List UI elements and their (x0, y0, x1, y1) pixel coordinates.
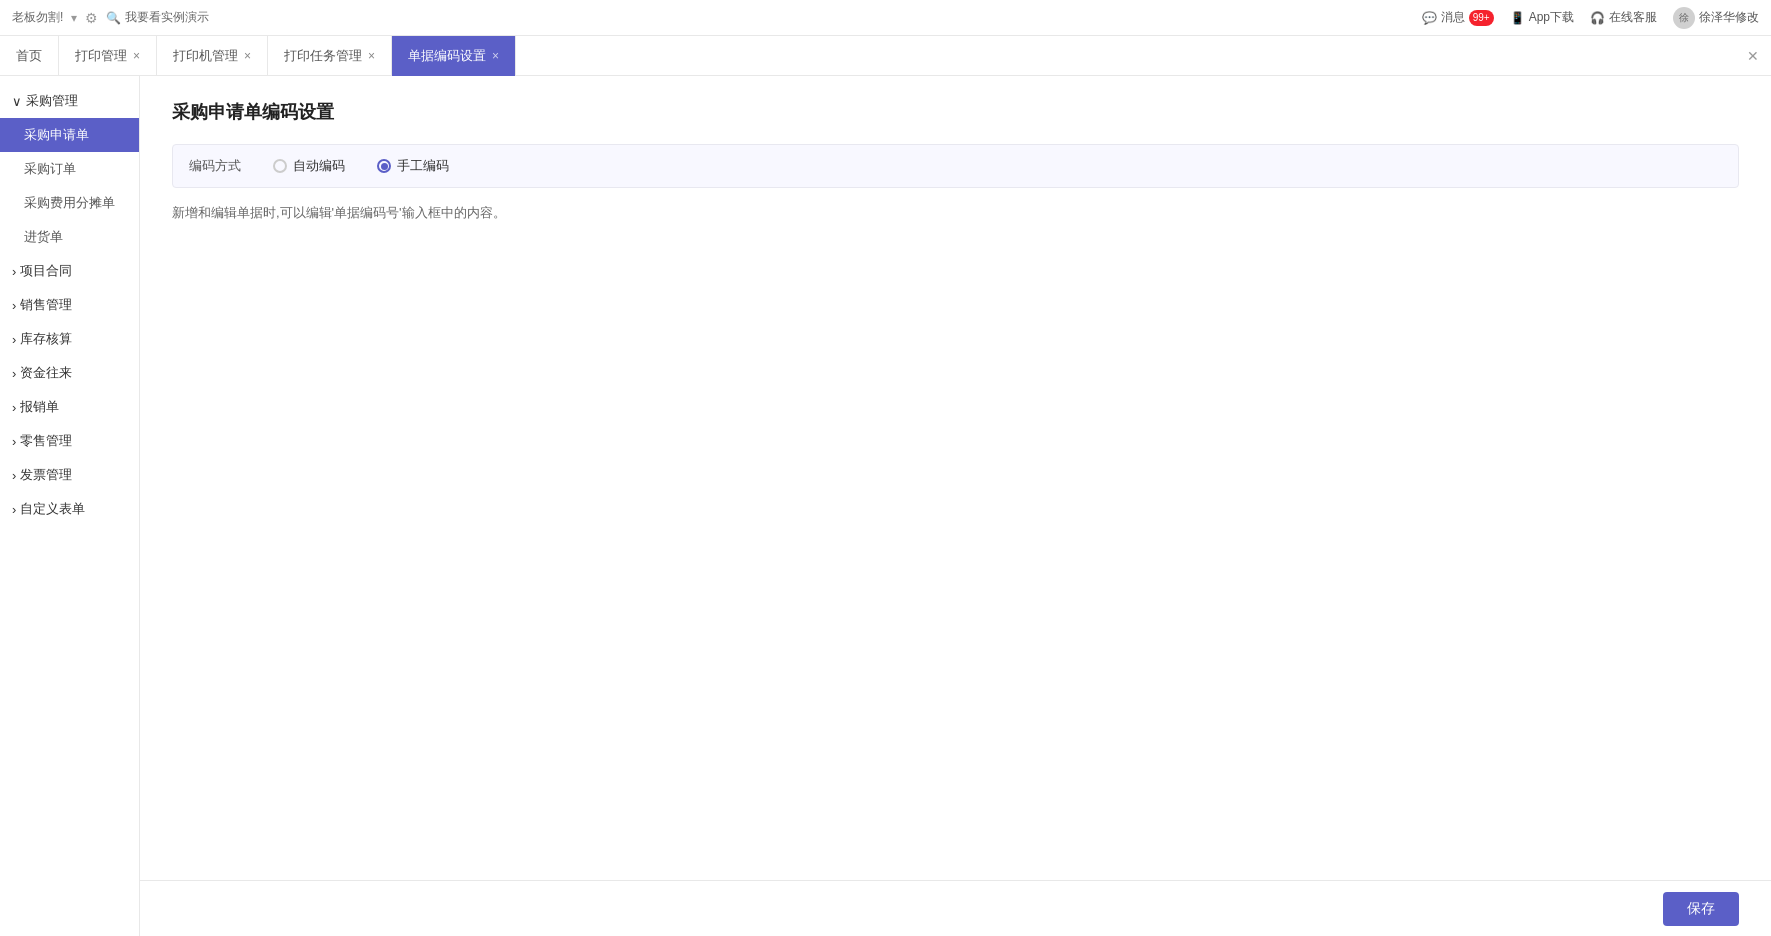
tab-home[interactable]: 首页 (0, 36, 59, 76)
purchase-group-arrow: ∨ (12, 94, 22, 109)
sidebar-group-sales-header[interactable]: › 销售管理 (0, 288, 139, 322)
app-download-button[interactable]: 📱 App下载 (1510, 9, 1574, 26)
gear-icon[interactable]: ⚙ (85, 10, 98, 26)
sidebar-group-sales: › 销售管理 (0, 288, 139, 322)
save-button[interactable]: 保存 (1663, 892, 1739, 926)
manual-code-label: 手工编码 (397, 157, 449, 175)
sales-group-label: 销售管理 (20, 296, 72, 314)
top-bar-right: 💬 消息 99+ 📱 App下载 🎧 在线客服 徐 徐泽华修改 (1422, 7, 1759, 29)
top-bar: 老板勿割! ▾ ⚙ 🔍 我要看实例演示 💬 消息 99+ 📱 App下载 🎧 在… (0, 0, 1771, 36)
sidebar-group-return-header[interactable]: › 报销单 (0, 390, 139, 424)
inventory-group-arrow: › (12, 332, 16, 347)
sidebar-group-custom-form: › 自定义表单 (0, 492, 139, 526)
inventory-group-label: 库存核算 (20, 330, 72, 348)
sidebar-group-return: › 报销单 (0, 390, 139, 424)
manual-code-radio[interactable] (377, 159, 391, 173)
user-name: 徐泽华修改 (1699, 9, 1759, 26)
online-service-button[interactable]: 🎧 在线客服 (1590, 9, 1657, 26)
invoice-group-label: 发票管理 (20, 466, 72, 484)
tab-single-code[interactable]: 单据编码设置 × (392, 36, 516, 76)
online-service-label: 在线客服 (1609, 9, 1657, 26)
retail-group-label: 零售管理 (20, 432, 72, 450)
tab-printer-mgmt[interactable]: 打印机管理 × (157, 36, 268, 76)
sidebar-group-inventory-header[interactable]: › 库存核算 (0, 322, 139, 356)
content-area: 采购申请单编码设置 编码方式 自动编码 手工编码 新增和编辑单据时,可以编辑'单… (140, 76, 1771, 936)
code-mode-label: 编码方式 (189, 157, 241, 175)
sidebar-group-custom-form-header[interactable]: › 自定义表单 (0, 492, 139, 526)
tab-print-task[interactable]: 打印任务管理 × (268, 36, 392, 76)
sidebar-item-purchase-order[interactable]: 采购订单 (0, 152, 139, 186)
sidebar-item-purchase-request[interactable]: 采购申请单 (0, 118, 139, 152)
sidebar-group-project: › 项目合同 (0, 254, 139, 288)
fund-group-arrow: › (12, 366, 16, 381)
sidebar-item-purchase-expense[interactable]: 采购费用分摊单 (0, 186, 139, 220)
project-group-arrow: › (12, 264, 16, 279)
tab-single-code-close[interactable]: × (492, 49, 499, 63)
sidebar-group-purchase-header[interactable]: ∨ 采购管理 (0, 84, 139, 118)
app-download-icon: 📱 (1510, 11, 1525, 25)
return-group-label: 报销单 (20, 398, 59, 416)
dropdown-arrow-icon[interactable]: ▾ (71, 11, 77, 25)
sidebar-group-retail-header[interactable]: › 零售管理 (0, 424, 139, 458)
search-icon: 🔍 (106, 11, 121, 25)
online-service-icon: 🎧 (1590, 11, 1605, 25)
content-footer: 保存 (140, 880, 1771, 936)
top-bar-left: 老板勿割! ▾ ⚙ 🔍 我要看实例演示 (12, 9, 209, 26)
sidebar-item-stock-in[interactable]: 进货单 (0, 220, 139, 254)
sidebar-group-invoice: › 发票管理 (0, 458, 139, 492)
message-button[interactable]: 💬 消息 99+ (1422, 9, 1494, 26)
tab-print-task-close[interactable]: × (368, 49, 375, 63)
app-download-label: App下载 (1529, 9, 1574, 26)
page-title: 采购申请单编码设置 (172, 100, 1739, 124)
auto-code-option[interactable]: 自动编码 (273, 157, 345, 175)
main-layout: ∨ 采购管理 采购申请单 采购订单 采购费用分摊单 进货单 › 项目合同 (0, 76, 1771, 936)
content-body: 采购申请单编码设置 编码方式 自动编码 手工编码 新增和编辑单据时,可以编辑'单… (140, 76, 1771, 880)
tab-print-mgmt-label: 打印管理 (75, 47, 127, 65)
hint-text: 新增和编辑单据时,可以编辑'单据编码号'输入框中的内容。 (172, 204, 1739, 222)
return-group-arrow: › (12, 400, 16, 415)
auto-code-radio[interactable] (273, 159, 287, 173)
tab-print-task-label: 打印任务管理 (284, 47, 362, 65)
search-placeholder: 我要看实例演示 (125, 9, 209, 26)
message-label: 消息 (1441, 9, 1465, 26)
user-menu[interactable]: 徐 徐泽华修改 (1673, 7, 1759, 29)
retail-group-arrow: › (12, 434, 16, 449)
tab-home-label: 首页 (16, 47, 42, 65)
avatar: 徐 (1673, 7, 1695, 29)
code-mode-row: 编码方式 自动编码 手工编码 (172, 144, 1739, 188)
search-bar[interactable]: 🔍 我要看实例演示 (106, 9, 209, 26)
auto-code-label: 自动编码 (293, 157, 345, 175)
app-logo: 老板勿割! (12, 9, 63, 26)
tab-printer-mgmt-label: 打印机管理 (173, 47, 238, 65)
sidebar: ∨ 采购管理 采购申请单 采购订单 采购费用分摊单 进货单 › 项目合同 (0, 76, 140, 936)
sidebar-group-project-header[interactable]: › 项目合同 (0, 254, 139, 288)
custom-form-group-label: 自定义表单 (20, 500, 85, 518)
close-all-button[interactable]: ✕ (1735, 48, 1771, 64)
sidebar-group-invoice-header[interactable]: › 发票管理 (0, 458, 139, 492)
message-icon: 💬 (1422, 11, 1437, 25)
tab-print-mgmt[interactable]: 打印管理 × (59, 36, 157, 76)
sales-group-arrow: › (12, 298, 16, 313)
tab-print-mgmt-close[interactable]: × (133, 49, 140, 63)
manual-code-option[interactable]: 手工编码 (377, 157, 449, 175)
sidebar-group-retail: › 零售管理 (0, 424, 139, 458)
tab-printer-mgmt-close[interactable]: × (244, 49, 251, 63)
fund-group-label: 资金往来 (20, 364, 72, 382)
custom-form-group-arrow: › (12, 502, 16, 517)
message-badge: 99+ (1469, 10, 1494, 26)
purchase-group-label: 采购管理 (26, 92, 78, 110)
sidebar-group-inventory: › 库存核算 (0, 322, 139, 356)
invoice-group-arrow: › (12, 468, 16, 483)
sidebar-group-purchase: ∨ 采购管理 采购申请单 采购订单 采购费用分摊单 进货单 (0, 84, 139, 254)
tab-bar: 首页 打印管理 × 打印机管理 × 打印任务管理 × 单据编码设置 × ✕ (0, 36, 1771, 76)
sidebar-group-fund: › 资金往来 (0, 356, 139, 390)
sidebar-group-fund-header[interactable]: › 资金往来 (0, 356, 139, 390)
tab-single-code-label: 单据编码设置 (408, 47, 486, 65)
project-group-label: 项目合同 (20, 262, 72, 280)
